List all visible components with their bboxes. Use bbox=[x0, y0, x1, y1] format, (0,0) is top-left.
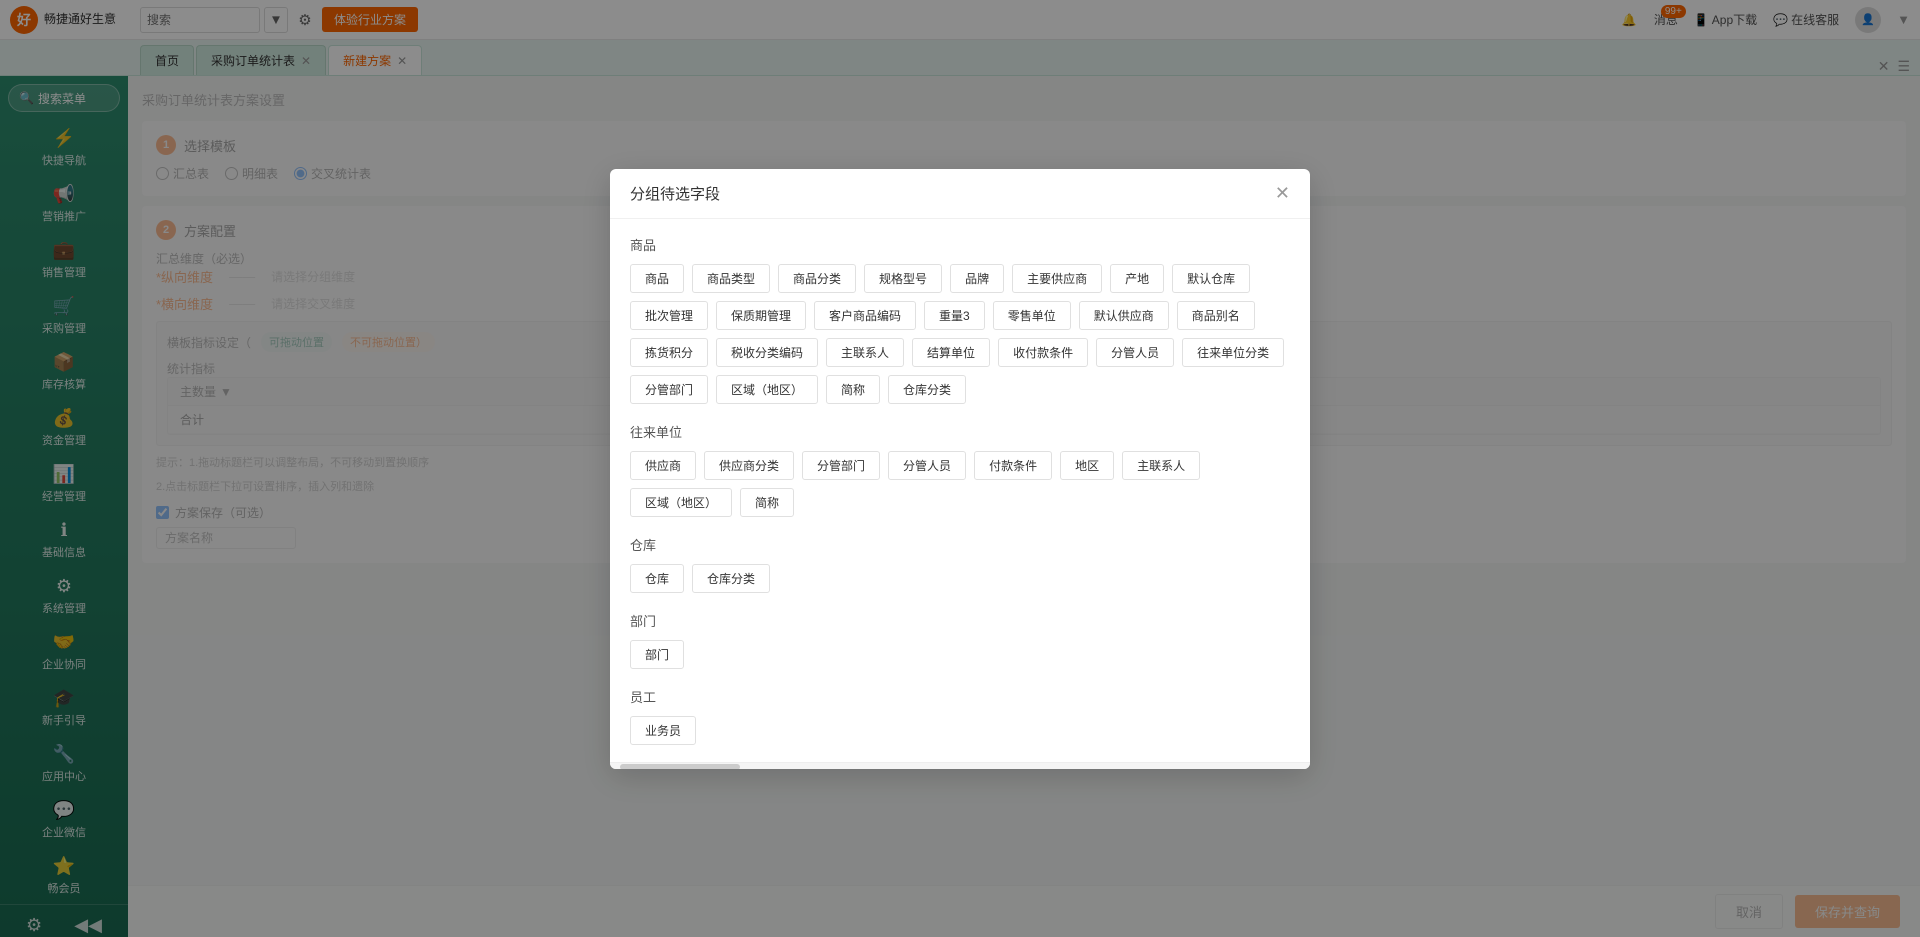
section-employee-title: 员工 bbox=[630, 687, 1290, 706]
modal-hscrollbar-thumb bbox=[620, 764, 740, 769]
field-tag[interactable]: 拣货积分 bbox=[630, 338, 708, 367]
section-counterpart-title: 往来单位 bbox=[630, 422, 1290, 441]
field-tag[interactable]: 供应商分类 bbox=[704, 451, 794, 480]
field-tag[interactable]: 商品类型 bbox=[692, 264, 770, 293]
section-department: 部门 部门 bbox=[630, 611, 1290, 669]
field-tag[interactable]: 保质期管理 bbox=[716, 301, 806, 330]
counterpart-field-tags: 供应商供应商分类分管部门分管人员付款条件地区主联系人区域（地区） 简称 bbox=[630, 451, 1290, 517]
section-department-title: 部门 bbox=[630, 611, 1290, 630]
field-tag[interactable]: 商品别名 bbox=[1177, 301, 1255, 330]
field-tag[interactable]: 默认供应商 bbox=[1079, 301, 1169, 330]
field-tag[interactable]: 默认仓库 bbox=[1172, 264, 1250, 293]
modal-overlay: 分组待选字段 ✕ 商品 商品商品类型商品分类规格型号品牌主要供应商产地默认仓库批… bbox=[0, 0, 1920, 937]
field-tag[interactable]: 重量3 bbox=[924, 301, 985, 330]
field-tag[interactable]: 商品 bbox=[630, 264, 684, 293]
field-tag[interactable]: 结算单位 bbox=[912, 338, 990, 367]
field-tag[interactable]: 品牌 bbox=[950, 264, 1004, 293]
field-tag[interactable]: 分管部门 bbox=[802, 451, 880, 480]
modal-dialog: 分组待选字段 ✕ 商品 商品商品类型商品分类规格型号品牌主要供应商产地默认仓库批… bbox=[610, 169, 1310, 769]
department-field-tags: 部门 bbox=[630, 640, 1290, 669]
modal-hscrollbar[interactable] bbox=[610, 762, 1310, 769]
employee-field-tags: 业务员 bbox=[630, 716, 1290, 745]
field-tag[interactable]: 分管人员 bbox=[888, 451, 966, 480]
section-warehouse-title: 仓库 bbox=[630, 535, 1290, 554]
field-tag[interactable]: 税收分类编码 bbox=[716, 338, 818, 367]
field-tag[interactable]: 部门 bbox=[630, 640, 684, 669]
field-tag[interactable]: 零售单位 bbox=[993, 301, 1071, 330]
field-tag[interactable]: 往来单位分类 bbox=[1182, 338, 1284, 367]
section-employee: 员工 业务员 bbox=[630, 687, 1290, 745]
section-product-title: 商品 bbox=[630, 235, 1290, 254]
field-tag[interactable]: 规格型号 bbox=[864, 264, 942, 293]
field-tag[interactable]: 主联系人 bbox=[826, 338, 904, 367]
field-tag[interactable]: 批次管理 bbox=[630, 301, 708, 330]
field-tag[interactable]: 仓库分类 bbox=[888, 375, 966, 404]
field-tag[interactable]: 客户商品编码 bbox=[814, 301, 916, 330]
field-tag[interactable]: 收付款条件 bbox=[998, 338, 1088, 367]
field-tag[interactable]: 供应商 bbox=[630, 451, 696, 480]
section-warehouse: 仓库 仓库仓库分类 bbox=[630, 535, 1290, 593]
field-tag[interactable]: 产地 bbox=[1110, 264, 1164, 293]
field-tag[interactable]: 地区 bbox=[1060, 451, 1114, 480]
field-tag[interactable]: 简称 bbox=[740, 488, 794, 517]
field-tag[interactable]: 业务员 bbox=[630, 716, 696, 745]
product-field-tags: 商品商品类型商品分类规格型号品牌主要供应商产地默认仓库批次管理保质期管理客户商品… bbox=[630, 264, 1290, 404]
modal-title: 分组待选字段 bbox=[630, 183, 720, 204]
modal-close-btn[interactable]: ✕ bbox=[1275, 183, 1290, 204]
field-tag[interactable]: 仓库 bbox=[630, 564, 684, 593]
field-tag[interactable]: 付款条件 bbox=[974, 451, 1052, 480]
field-tag[interactable]: 区域（地区） bbox=[716, 375, 818, 404]
field-tag[interactable]: 分管人员 bbox=[1096, 338, 1174, 367]
modal-body[interactable]: 商品 商品商品类型商品分类规格型号品牌主要供应商产地默认仓库批次管理保质期管理客… bbox=[610, 219, 1310, 762]
field-tag[interactable]: 主要供应商 bbox=[1012, 264, 1102, 293]
field-tag[interactable]: 区域（地区） bbox=[630, 488, 732, 517]
section-counterpart: 往来单位 供应商供应商分类分管部门分管人员付款条件地区主联系人区域（地区） 简称 bbox=[630, 422, 1290, 517]
warehouse-field-tags: 仓库仓库分类 bbox=[630, 564, 1290, 593]
section-product: 商品 商品商品类型商品分类规格型号品牌主要供应商产地默认仓库批次管理保质期管理客… bbox=[630, 235, 1290, 404]
modal-header: 分组待选字段 ✕ bbox=[610, 169, 1310, 219]
field-tag[interactable]: 商品分类 bbox=[778, 264, 856, 293]
field-tag[interactable]: 仓库分类 bbox=[692, 564, 770, 593]
field-tag[interactable]: 分管部门 bbox=[630, 375, 708, 404]
field-tag[interactable]: 简称 bbox=[826, 375, 880, 404]
field-tag[interactable]: 主联系人 bbox=[1122, 451, 1200, 480]
